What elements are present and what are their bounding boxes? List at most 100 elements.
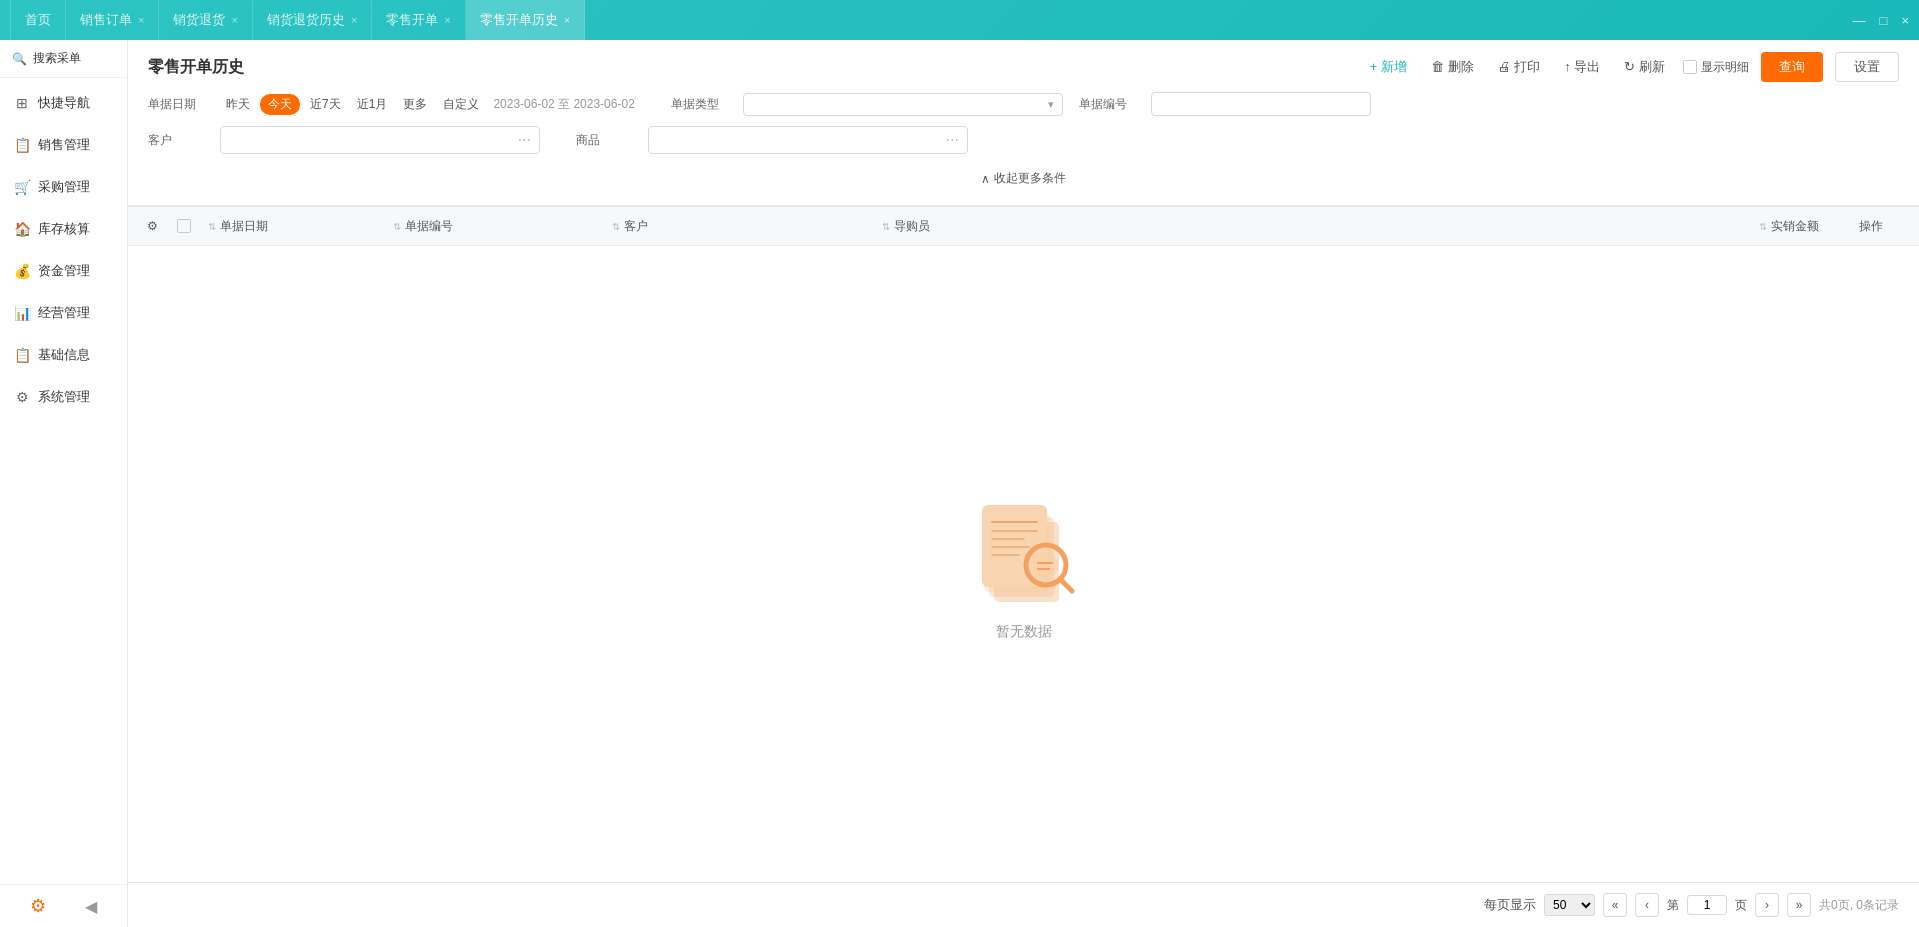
empty-text: 暂无数据 [996,623,1052,641]
tab-close-retail-open[interactable]: × [444,14,450,26]
page-number-input[interactable] [1687,895,1727,915]
sort-amount-icon[interactable]: ⇅ [1759,221,1767,232]
customer-input[interactable]: ··· [220,126,540,154]
last7-btn[interactable]: 近7天 [304,94,347,115]
custom-date-btn[interactable]: 自定义 [437,94,485,115]
sidebar-item-operation[interactable]: 📊 经营管理 [0,292,127,334]
col-customer: ⇅ 客户 [604,218,874,235]
sidebar-item-label: 经营管理 [38,304,90,322]
tab-retail-open-history[interactable]: 零售开单历史 × [466,0,585,40]
table-container: ⚙ ⇅ 单据日期 ⇅ 单据编号 ⇅ 客户 ⇅ [128,206,1919,882]
sort-guide-icon[interactable]: ⇅ [882,221,890,232]
sidebar-item-label: 资金管理 [38,262,90,280]
customer-ellipsis-icon[interactable]: ··· [518,131,531,149]
display-detail-checkbox[interactable]: 显示明细 [1683,59,1749,76]
collapse-button[interactable]: ∧ 收起更多条件 [973,168,1074,189]
filter-area: 零售开单历史 + 新增 🗑 删除 🖨 打印 ↑ 导出 ↻ 刷新 显示明细 查询 … [128,40,1919,206]
tab-retail-open[interactable]: 零售开单 × [372,0,465,40]
empty-illustration [964,487,1084,607]
page-label: 页 [1735,897,1747,914]
per-page-label: 每页显示 [1484,896,1536,914]
sidebar-settings-icon[interactable]: ⚙ [30,895,46,917]
next-page-btn[interactable]: › [1755,893,1779,917]
refresh-button[interactable]: ↻ 刷新 [1618,54,1671,80]
tab-close-sales-return-history[interactable]: × [351,14,357,26]
col-date: ⇅ 单据日期 [200,218,385,235]
main-layout: 🔍 搜索采单 ⊞ 快捷导航 📋 销售管理 🛒 采购管理 🏠 库存核算 💰 [0,40,1919,927]
date-filter-buttons: 昨天 今天 近7天 近1月 更多 自定义 2023-06-02 至 2023-0… [220,94,635,115]
last-month-btn[interactable]: 近1月 [351,94,394,115]
sidebar-item-sales-mgmt[interactable]: 📋 销售管理 [0,124,127,166]
doc-num-label: 单据编号 [1079,96,1135,113]
sidebar-item-purchase-mgmt[interactable]: 🛒 采购管理 [0,166,127,208]
checkbox-all-icon[interactable] [177,219,191,233]
add-button[interactable]: + 新增 [1364,54,1413,80]
delete-button[interactable]: 🗑 删除 [1425,54,1480,80]
col-checkbox[interactable] [168,219,200,233]
sidebar-collapse-icon[interactable]: ◀ [85,897,97,916]
col-num: ⇅ 单据编号 [385,218,604,235]
sidebar-item-basic-info[interactable]: 📋 基础信息 [0,334,127,376]
prev-page-btn[interactable]: ‹ [1635,893,1659,917]
window-controls: — □ × [1853,13,1909,28]
quick-nav-icon: ⊞ [14,95,30,111]
query-button[interactable]: 查询 [1761,52,1823,82]
sort-num-icon[interactable]: ⇅ [393,221,401,232]
settings-button[interactable]: 设置 [1835,52,1899,82]
settings-icon[interactable]: ⚙ [147,219,158,233]
goods-input[interactable]: ··· [648,126,968,154]
tab-sales-order[interactable]: 销售订单 × [66,0,159,40]
col-settings[interactable]: ⚙ [136,219,168,233]
sort-icon[interactable]: ⇅ [208,221,216,232]
tab-close-sales-order[interactable]: × [138,14,144,26]
sidebar-item-finance[interactable]: 💰 资金管理 [0,250,127,292]
export-button[interactable]: ↑ 导出 [1558,54,1606,80]
collapse-up-icon: ∧ [981,172,990,186]
sidebar-item-inventory[interactable]: 🏠 库存核算 [0,208,127,250]
sidebar-menu: ⊞ 快捷导航 📋 销售管理 🛒 采购管理 🏠 库存核算 💰 资金管理 📊 [0,78,127,884]
operation-icon: 📊 [14,305,30,321]
doc-type-select[interactable]: ▾ [743,93,1063,116]
svg-point-10 [1033,552,1059,578]
col-guide: ⇅ 导购员 [874,218,1059,235]
doc-type-label: 单据类型 [671,96,727,113]
search-icon: 🔍 [12,52,27,66]
yesterday-btn[interactable]: 昨天 [220,94,256,115]
purchase-icon: 🛒 [14,179,30,195]
restore-btn[interactable]: □ [1880,13,1888,28]
page-title-row: 零售开单历史 + 新增 🗑 删除 🖨 打印 ↑ 导出 ↻ 刷新 显示明细 查询 … [148,52,1899,92]
top-bar: 首页 销售订单 × 销货退货 × 销货退货历史 × 零售开单 × 零售开单历史 … [0,0,1919,40]
close-window-btn[interactable]: × [1901,13,1909,28]
per-page-select[interactable]: 50 10 20 100 [1544,894,1595,916]
tab-list: 首页 销售订单 × 销货退货 × 销货退货历史 × 零售开单 × 零售开单历史 … [10,0,1853,40]
minimize-btn[interactable]: — [1853,13,1866,28]
print-button[interactable]: 🖨 打印 [1492,54,1547,80]
last-page-btn[interactable]: » [1787,893,1811,917]
sales-icon: 📋 [14,137,30,153]
doc-num-input[interactable] [1151,92,1371,116]
sort-customer-icon[interactable]: ⇅ [612,221,620,232]
finance-icon: 💰 [14,263,30,279]
more-date-btn[interactable]: 更多 [397,94,433,115]
tab-close-sales-return[interactable]: × [231,14,237,26]
tab-home[interactable]: 首页 [10,0,66,40]
collapse-row: ∧ 收起更多条件 [148,164,1899,193]
filter-row-1: 单据日期 昨天 今天 近7天 近1月 更多 自定义 2023-06-02 至 2… [148,92,1899,116]
basic-info-icon: 📋 [14,347,30,363]
tab-close-retail-open-history[interactable]: × [564,14,570,26]
sidebar-item-label: 系统管理 [38,388,90,406]
sidebar-item-sys-mgmt[interactable]: ⚙ 系统管理 [0,376,127,418]
date-range-display: 2023-06-02 至 2023-06-02 [493,96,634,113]
goods-ellipsis-icon[interactable]: ··· [946,131,959,149]
col-action: 操作 [1851,218,1911,235]
toolbar: + 新增 🗑 删除 🖨 打印 ↑ 导出 ↻ 刷新 显示明细 查询 设置 [1364,52,1899,82]
tab-sales-return-history[interactable]: 销货退货历史 × [253,0,372,40]
sidebar-item-label: 快捷导航 [38,94,90,112]
svg-line-11 [1060,579,1072,591]
empty-state: 暂无数据 [128,246,1919,882]
sidebar-search[interactable]: 🔍 搜索采单 [0,40,127,78]
first-page-btn[interactable]: « [1603,893,1627,917]
sidebar-item-quick-nav[interactable]: ⊞ 快捷导航 [0,82,127,124]
today-btn[interactable]: 今天 [260,94,300,115]
tab-sales-return[interactable]: 销货退货 × [159,0,252,40]
